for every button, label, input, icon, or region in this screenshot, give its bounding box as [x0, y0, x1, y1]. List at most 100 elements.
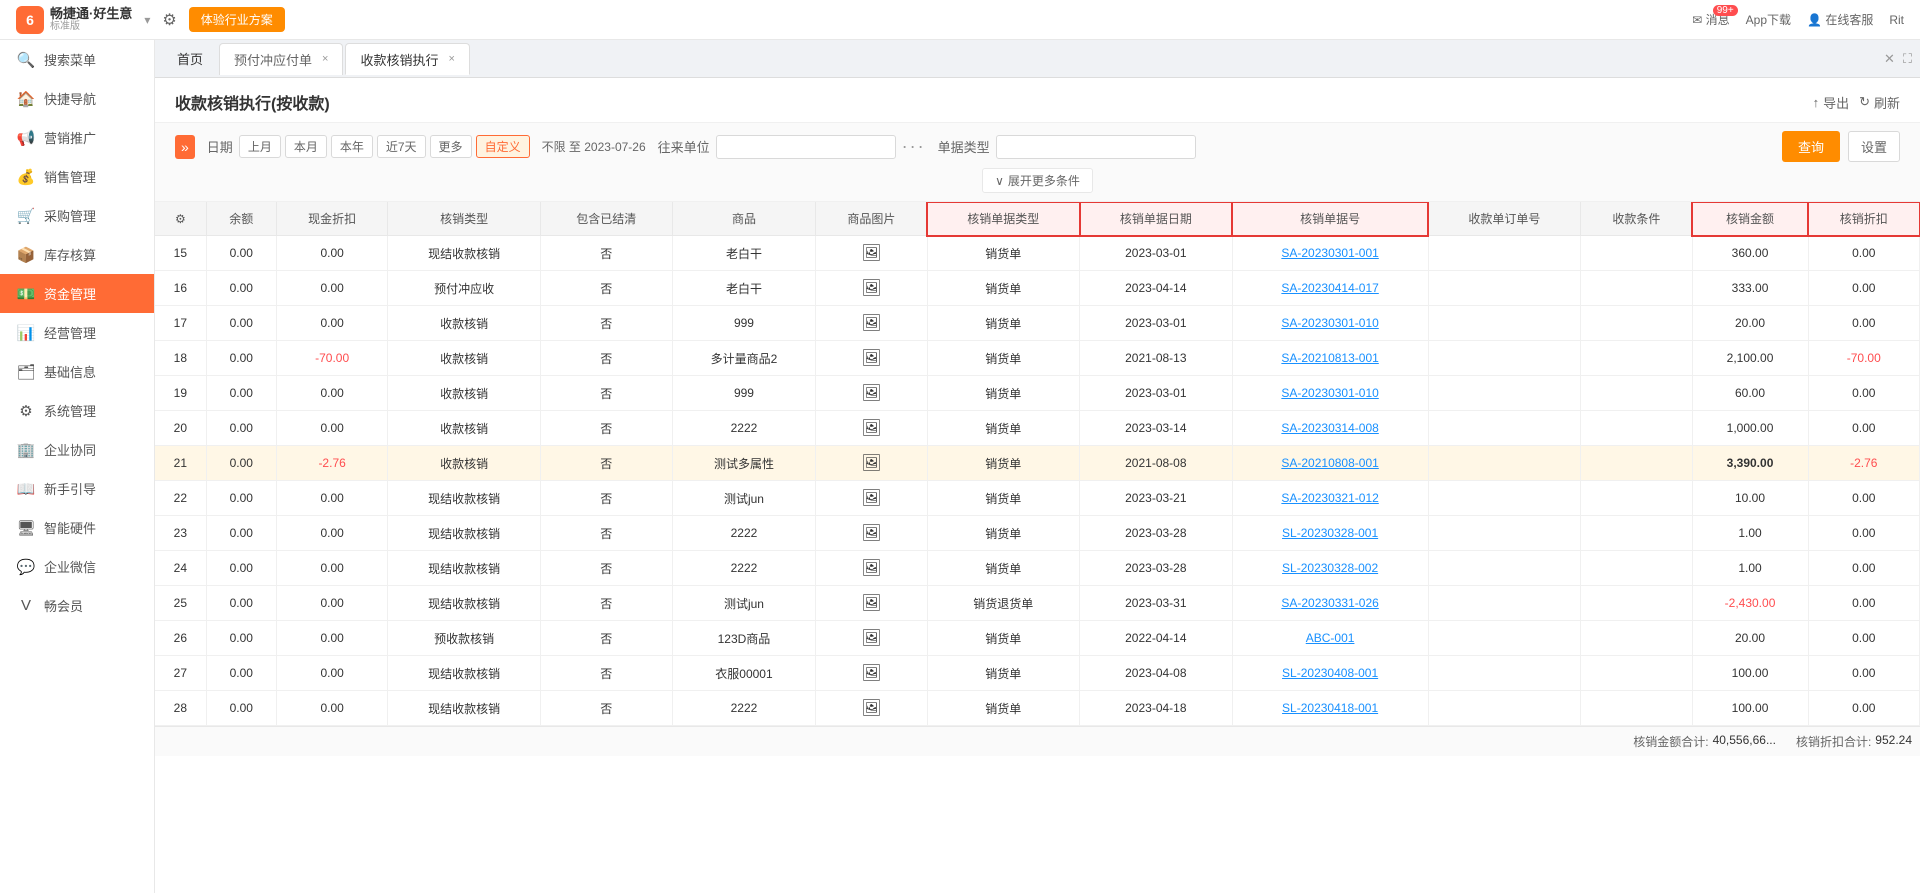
sidebar-item-marketing[interactable]: 📢 营销推广 — [0, 118, 154, 157]
cell-verAmount: 1,000.00 — [1692, 411, 1808, 446]
counterpart-input[interactable] — [716, 135, 896, 159]
sidebar-label-inventory: 库存核算 — [44, 245, 96, 264]
cell-cashDiscount: 0.00 — [276, 411, 387, 446]
refresh-button[interactable]: ↻ 刷新 — [1859, 93, 1900, 112]
table-wrapper[interactable]: ⚙ 余额 现金折扣 核销类型 包含已结清 商品 商品图片 核销单据类型 核销单据… — [155, 202, 1920, 893]
cell-billNo[interactable]: SA-20230331-026 — [1232, 586, 1428, 621]
sidebar-item-business[interactable]: 📊 经营管理 — [0, 313, 154, 352]
sidebar: 🔍 搜索菜单 🏠 快捷导航 📢 营销推广 💰 销售管理 🛒 采购管理 📦 库存核… — [0, 40, 155, 893]
sidebar-item-search[interactable]: 🔍 搜索菜单 — [0, 40, 154, 79]
cell-collectCondition — [1581, 621, 1692, 656]
dropdown-arrow-icon[interactable]: ▾ — [144, 13, 150, 27]
sidebar-item-inventory[interactable]: 📦 库存核算 — [0, 235, 154, 274]
billtype-select[interactable] — [996, 135, 1196, 159]
refresh-label: 刷新 — [1874, 93, 1900, 112]
expand-conditions-button[interactable]: ∨ 展开更多条件 — [982, 168, 1093, 193]
date-btn-7days[interactable]: 近7天 — [377, 135, 426, 158]
cell-verType: 现结收款核销 — [388, 586, 541, 621]
hardware-icon: 🖥 — [16, 519, 36, 537]
trial-button[interactable]: 体验行业方案 — [189, 7, 285, 32]
cell-billType: 销货单 — [927, 306, 1080, 341]
filter-group-date: 日期 上月 本月 本年 近7天 更多 自定义 — [207, 135, 530, 158]
sidebar-item-wechat[interactable]: 💬 企业微信 — [0, 547, 154, 586]
cell-billNo[interactable]: SA-20230301-010 — [1232, 306, 1428, 341]
cell-billNo[interactable]: SA-20230301-001 — [1232, 236, 1428, 271]
cell-billNo[interactable]: SA-20210808-001 — [1232, 446, 1428, 481]
cell-billNo[interactable]: SA-20210813-001 — [1232, 341, 1428, 376]
sidebar-item-enterprise[interactable]: 🏢 企业协同 — [0, 430, 154, 469]
sidebar-item-quicknav[interactable]: 🏠 快捷导航 — [0, 79, 154, 118]
cell-goods: 测试多属性 — [672, 446, 815, 481]
app-download-link[interactable]: App下载 — [1746, 11, 1791, 28]
sidebar-item-purchase[interactable]: 🛒 采购管理 — [0, 196, 154, 235]
cell-collectCondition — [1581, 481, 1692, 516]
cell-verType: 现结收款核销 — [388, 236, 541, 271]
date-btn-lastmonth[interactable]: 上月 — [239, 135, 281, 158]
cell-cashDiscount: 0.00 — [276, 586, 387, 621]
online-service-link[interactable]: 👤 在线客服 — [1807, 11, 1873, 28]
settings-icon[interactable]: ⚙ — [162, 10, 176, 30]
cell-collectCondition — [1581, 376, 1692, 411]
cell-billType: 销货单 — [927, 341, 1080, 376]
tab-collection[interactable]: 收款核销执行 × — [345, 43, 469, 75]
cell-billNo[interactable]: SL-20230408-001 — [1232, 656, 1428, 691]
sidebar-item-system[interactable]: ⚙ 系统管理 — [0, 391, 154, 430]
date-btn-thisyear[interactable]: 本年 — [331, 135, 373, 158]
table-row: 150.000.00现结收款核销否老白干🖼销货单2023-03-01SA-202… — [155, 236, 1920, 271]
cell-goods: 2222 — [672, 411, 815, 446]
export-button[interactable]: ↑ 导出 — [1813, 93, 1850, 112]
sidebar-item-basicinfo[interactable]: 🗂 基础信息 — [0, 352, 154, 391]
cell-verAmount: 100.00 — [1692, 656, 1808, 691]
billtype-label: 单据类型 — [938, 137, 990, 156]
sidebar-item-guide[interactable]: 📖 新手引导 — [0, 469, 154, 508]
tab-prepay-close[interactable]: × — [322, 53, 328, 65]
user-name: Rit — [1889, 13, 1904, 27]
date-btn-custom[interactable]: 自定义 — [476, 135, 530, 158]
sidebar-label-system: 系统管理 — [44, 401, 96, 420]
cell-verDiscount: 0.00 — [1808, 306, 1919, 341]
cell-includedCleared: 否 — [540, 691, 672, 726]
col-header-settings[interactable]: ⚙ — [155, 202, 206, 236]
message-area[interactable]: ✉ 消息 99+ — [1692, 11, 1729, 28]
tab-home[interactable]: 首页 — [163, 43, 217, 75]
cell-verType: 现结收款核销 — [388, 551, 541, 586]
counterpart-dots[interactable]: ··· — [902, 136, 926, 157]
cell-collectCondition — [1581, 271, 1692, 306]
col-header-billType: 核销单据类型 — [927, 202, 1080, 236]
cell-billNo[interactable]: SA-20230321-012 — [1232, 481, 1428, 516]
tab-fullscreen-icon[interactable]: ⛶ — [1903, 51, 1912, 67]
cell-billDate: 2021-08-08 — [1080, 446, 1233, 481]
cell-billNo[interactable]: SL-20230328-002 — [1232, 551, 1428, 586]
date-btn-more[interactable]: 更多 — [430, 135, 472, 158]
sidebar-item-sales[interactable]: 💰 销售管理 — [0, 157, 154, 196]
sidebar-item-hardware[interactable]: 🖥 智能硬件 — [0, 508, 154, 547]
cell-goodsImg: 🖼 — [816, 551, 927, 586]
cell-billNo[interactable]: SA-20230314-008 — [1232, 411, 1428, 446]
tab-close-all-icon[interactable]: ✕ — [1884, 51, 1895, 67]
expand-left-btn[interactable]: » — [175, 135, 195, 159]
tab-collection-close[interactable]: × — [448, 53, 454, 65]
cell-goodsImg: 🖼 — [816, 516, 927, 551]
cell-billNo[interactable]: ABC-001 — [1232, 621, 1428, 656]
footer-total-amount: 核销金额合计: 40,556,66... — [1633, 733, 1776, 750]
sidebar-item-finance[interactable]: 💵 资金管理 — [0, 274, 154, 313]
search-button[interactable]: 查询 — [1782, 131, 1840, 162]
tab-prepay[interactable]: 预付冲应付单 × — [219, 43, 343, 75]
setting-button[interactable]: 设置 — [1848, 131, 1900, 162]
cell-verDiscount: 0.00 — [1808, 516, 1919, 551]
cell-billType: 销货单 — [927, 271, 1080, 306]
date-btn-thismonth[interactable]: 本月 — [285, 135, 327, 158]
cell-id: 25 — [155, 586, 206, 621]
col-header-verType: 核销类型 — [388, 202, 541, 236]
inventory-icon: 📦 — [16, 246, 36, 264]
sidebar-label-search: 搜索菜单 — [44, 50, 96, 69]
cell-billNo[interactable]: SA-20230414-017 — [1232, 271, 1428, 306]
cell-billNo[interactable]: SL-20230328-001 — [1232, 516, 1428, 551]
cell-billNo[interactable]: SL-20230418-001 — [1232, 691, 1428, 726]
cell-billType: 销货单 — [927, 551, 1080, 586]
wechat-icon: 💬 — [16, 558, 36, 576]
sidebar-item-member[interactable]: V 畅会员 — [0, 586, 154, 625]
cell-id: 26 — [155, 621, 206, 656]
cell-cashDiscount: 0.00 — [276, 621, 387, 656]
cell-billNo[interactable]: SA-20230301-010 — [1232, 376, 1428, 411]
